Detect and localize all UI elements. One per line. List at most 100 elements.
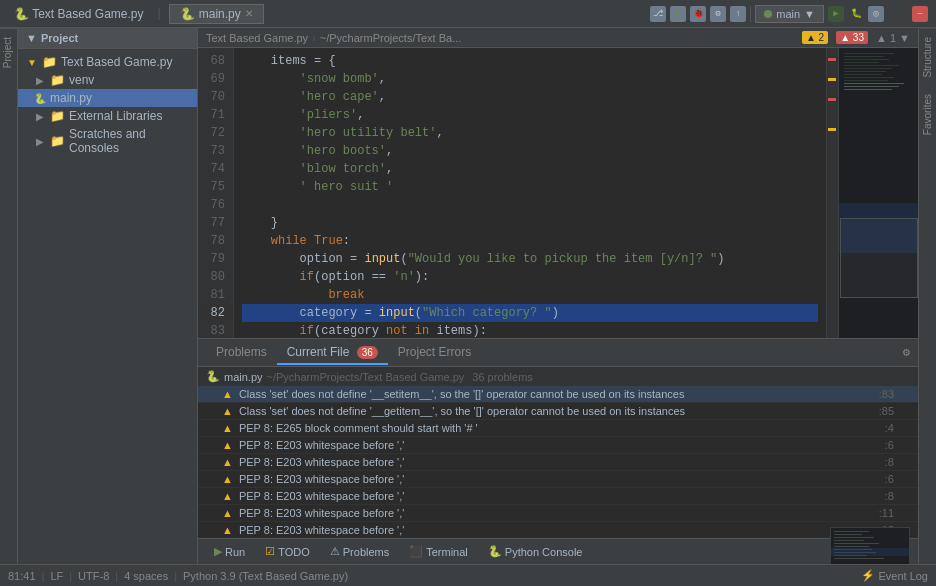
problem-row-3[interactable]: ▲ PEP 8: E265 block comment should start… bbox=[198, 420, 918, 437]
warning-count-badge[interactable]: ▲ 2 bbox=[802, 31, 828, 44]
svg-rect-2 bbox=[844, 56, 884, 57]
tree-item-scratches[interactable]: ▶ 📁 Scratches and Consoles bbox=[18, 125, 197, 157]
problem-row-2[interactable]: ▲ Class 'set' does not define '__getitem… bbox=[198, 403, 918, 420]
problem-row-7[interactable]: ▲ PEP 8: E203 whitespace before ',' :8 bbox=[198, 488, 918, 505]
toolbar-icon-coverage[interactable]: ◎ bbox=[868, 6, 884, 22]
warn-icon-1: ▲ bbox=[222, 388, 233, 400]
line-num-68: 68 bbox=[198, 52, 233, 70]
tree-item-external-libs[interactable]: ▶ 📁 External Libraries bbox=[18, 107, 197, 125]
line-numbers: 68 69 70 71 72 73 74 75 76 77 78 79 80 8… bbox=[198, 48, 234, 338]
problem-row-6[interactable]: ▲ PEP 8: E203 whitespace before ',' :6 bbox=[198, 471, 918, 488]
svg-rect-13 bbox=[844, 89, 892, 90]
warn-icon-5: ▲ bbox=[222, 456, 233, 468]
editor-indicators: ▲ 2 ▲ 33 ▲ 1 ▼ bbox=[802, 31, 910, 44]
bottom-toolbar: ▶ Run ☑ TODO ⚠ Problems ⬛ Terminal 🐍 Pyt… bbox=[198, 538, 918, 564]
warn-icon-6: ▲ bbox=[222, 473, 233, 485]
warn-icon-3: ▲ bbox=[222, 422, 233, 434]
line-num-69: 69 bbox=[198, 70, 233, 88]
code-line-68: items = { bbox=[242, 52, 818, 70]
tree-item-project[interactable]: ▼ 📁 Text Based Game.py bbox=[18, 53, 197, 71]
editor-area: Text Based Game.py › ~/PycharmProjects/T… bbox=[198, 28, 918, 564]
problems-button[interactable]: ⚠ Problems bbox=[322, 543, 397, 560]
problem-row-1[interactable]: ▲ Class 'set' does not define '__setitem… bbox=[198, 386, 918, 403]
todo-button[interactable]: ☑ TODO bbox=[257, 543, 318, 560]
minimap-preview-box bbox=[840, 218, 918, 298]
run-config[interactable]: main ▼ bbox=[755, 5, 824, 23]
line-num-71: 71 bbox=[198, 106, 233, 124]
code-line-81: break bbox=[242, 286, 818, 304]
svg-rect-21 bbox=[834, 546, 869, 547]
code-line-78: while True: bbox=[242, 232, 818, 250]
svg-rect-12 bbox=[844, 86, 899, 87]
toolbar-icon-git[interactable]: ⎇ bbox=[650, 6, 666, 22]
tab-current-file[interactable]: Current File 36 bbox=[277, 341, 388, 365]
toolbar-icon-settings[interactable]: ⚙ bbox=[710, 6, 726, 22]
warn-icon-9: ▲ bbox=[222, 524, 233, 536]
toolbar-icon-debug-btn[interactable]: 🐛 bbox=[848, 6, 864, 22]
tab-project-errors[interactable]: Project Errors bbox=[388, 341, 481, 365]
code-line-82: category = input("Which category? ") bbox=[242, 304, 818, 322]
toolbar-icon-minimize[interactable]: — bbox=[912, 6, 928, 22]
code-line-83: if(category not in items): bbox=[242, 322, 818, 338]
problem-row-4[interactable]: ▲ PEP 8: E203 whitespace before ',' :6 bbox=[198, 437, 918, 454]
status-python[interactable]: Python 3.9 (Text Based Game.py) bbox=[183, 570, 348, 582]
gutter-mark-4 bbox=[828, 128, 836, 131]
line-num-80: 80 bbox=[198, 268, 233, 286]
minimap[interactable] bbox=[838, 48, 918, 338]
line-num-81: 81 bbox=[198, 286, 233, 304]
code-editor[interactable]: 68 69 70 71 72 73 74 75 76 77 78 79 80 8… bbox=[198, 48, 826, 338]
svg-rect-10 bbox=[844, 80, 888, 81]
svg-rect-11 bbox=[844, 83, 904, 84]
code-line-77: } bbox=[242, 214, 818, 232]
line-num-82: 82 bbox=[198, 304, 233, 322]
tab-favorites[interactable]: Favorites bbox=[920, 86, 935, 143]
right-gutter bbox=[826, 48, 838, 338]
far-left-tabs: Project bbox=[0, 28, 18, 564]
run-icon: ▶ bbox=[214, 545, 222, 558]
tab-structure[interactable]: Structure bbox=[920, 28, 935, 86]
gutter-mark-3 bbox=[828, 98, 836, 101]
warn-icon-4: ▲ bbox=[222, 439, 233, 451]
run-button[interactable]: ▶ Run bbox=[206, 543, 253, 560]
svg-rect-16 bbox=[834, 531, 869, 532]
code-line-80: if(option == 'n'): bbox=[242, 268, 818, 286]
python-console-button[interactable]: 🐍 Python Console bbox=[480, 543, 591, 560]
file-tab-main[interactable]: 🐍 main.py ✕ bbox=[169, 4, 264, 24]
code-thumbnail bbox=[830, 527, 910, 565]
toolbar-icon-run[interactable]: ▶ bbox=[670, 6, 686, 22]
svg-rect-26 bbox=[831, 548, 910, 556]
toolbar-icon-debug[interactable]: 🐞 bbox=[690, 6, 706, 22]
problem-row-9[interactable]: ▲ PEP 8: E203 whitespace before ',' :13 bbox=[198, 522, 918, 538]
terminal-button[interactable]: ⬛ Terminal bbox=[401, 543, 476, 560]
tree-item-venv[interactable]: ▶ 📁 venv bbox=[18, 71, 197, 89]
line-num-73: 73 bbox=[198, 142, 233, 160]
problem-row-8[interactable]: ▲ PEP 8: E203 whitespace before ',' :11 bbox=[198, 505, 918, 522]
gutter-mark-1 bbox=[828, 58, 836, 61]
problem-row-5[interactable]: ▲ PEP 8: E203 whitespace before ',' :8 bbox=[198, 454, 918, 471]
svg-rect-19 bbox=[834, 540, 864, 541]
tab-problems[interactable]: Problems bbox=[206, 341, 277, 365]
line-num-76: 76 bbox=[198, 196, 233, 214]
status-indent[interactable]: 4 spaces bbox=[124, 570, 168, 582]
code-content[interactable]: items = { 'snow bomb', 'hero cape', 'pli… bbox=[234, 48, 826, 338]
tab-project[interactable]: Project bbox=[0, 28, 17, 76]
problems-icon: ⚠ bbox=[330, 545, 340, 558]
svg-rect-18 bbox=[834, 537, 874, 538]
toolbar-icon-run-btn[interactable]: ▶ bbox=[828, 6, 844, 22]
tree-item-main[interactable]: 🐍 main.py bbox=[18, 89, 197, 107]
status-charset[interactable]: UTF-8 bbox=[78, 570, 109, 582]
file-tab-game[interactable]: 🐍 Text Based Game.py bbox=[8, 5, 150, 23]
nav-arrows[interactable]: ▲ 1 ▼ bbox=[876, 32, 910, 44]
toolbar-icon-commit[interactable]: ↑ bbox=[730, 6, 746, 22]
panel-settings-icon[interactable]: ⚙ bbox=[903, 345, 910, 360]
line-num-79: 79 bbox=[198, 250, 233, 268]
code-line-73: 'hero boots', bbox=[242, 142, 818, 160]
status-lf[interactable]: LF bbox=[50, 570, 63, 582]
line-num-78: 78 bbox=[198, 232, 233, 250]
project-panel: ▼ Project ▼ 📁 Text Based Game.py ▶ 📁 ven… bbox=[18, 28, 198, 564]
code-line-74: 'blow torch', bbox=[242, 160, 818, 178]
code-line-79: option = input("Would you like to pickup… bbox=[242, 250, 818, 268]
error-count-badge[interactable]: ▲ 33 bbox=[836, 31, 868, 44]
problems-list: 🐍 main.py ~/PycharmProjects/Text Based G… bbox=[198, 367, 918, 538]
status-event-log[interactable]: ⚡ Event Log bbox=[861, 569, 928, 582]
